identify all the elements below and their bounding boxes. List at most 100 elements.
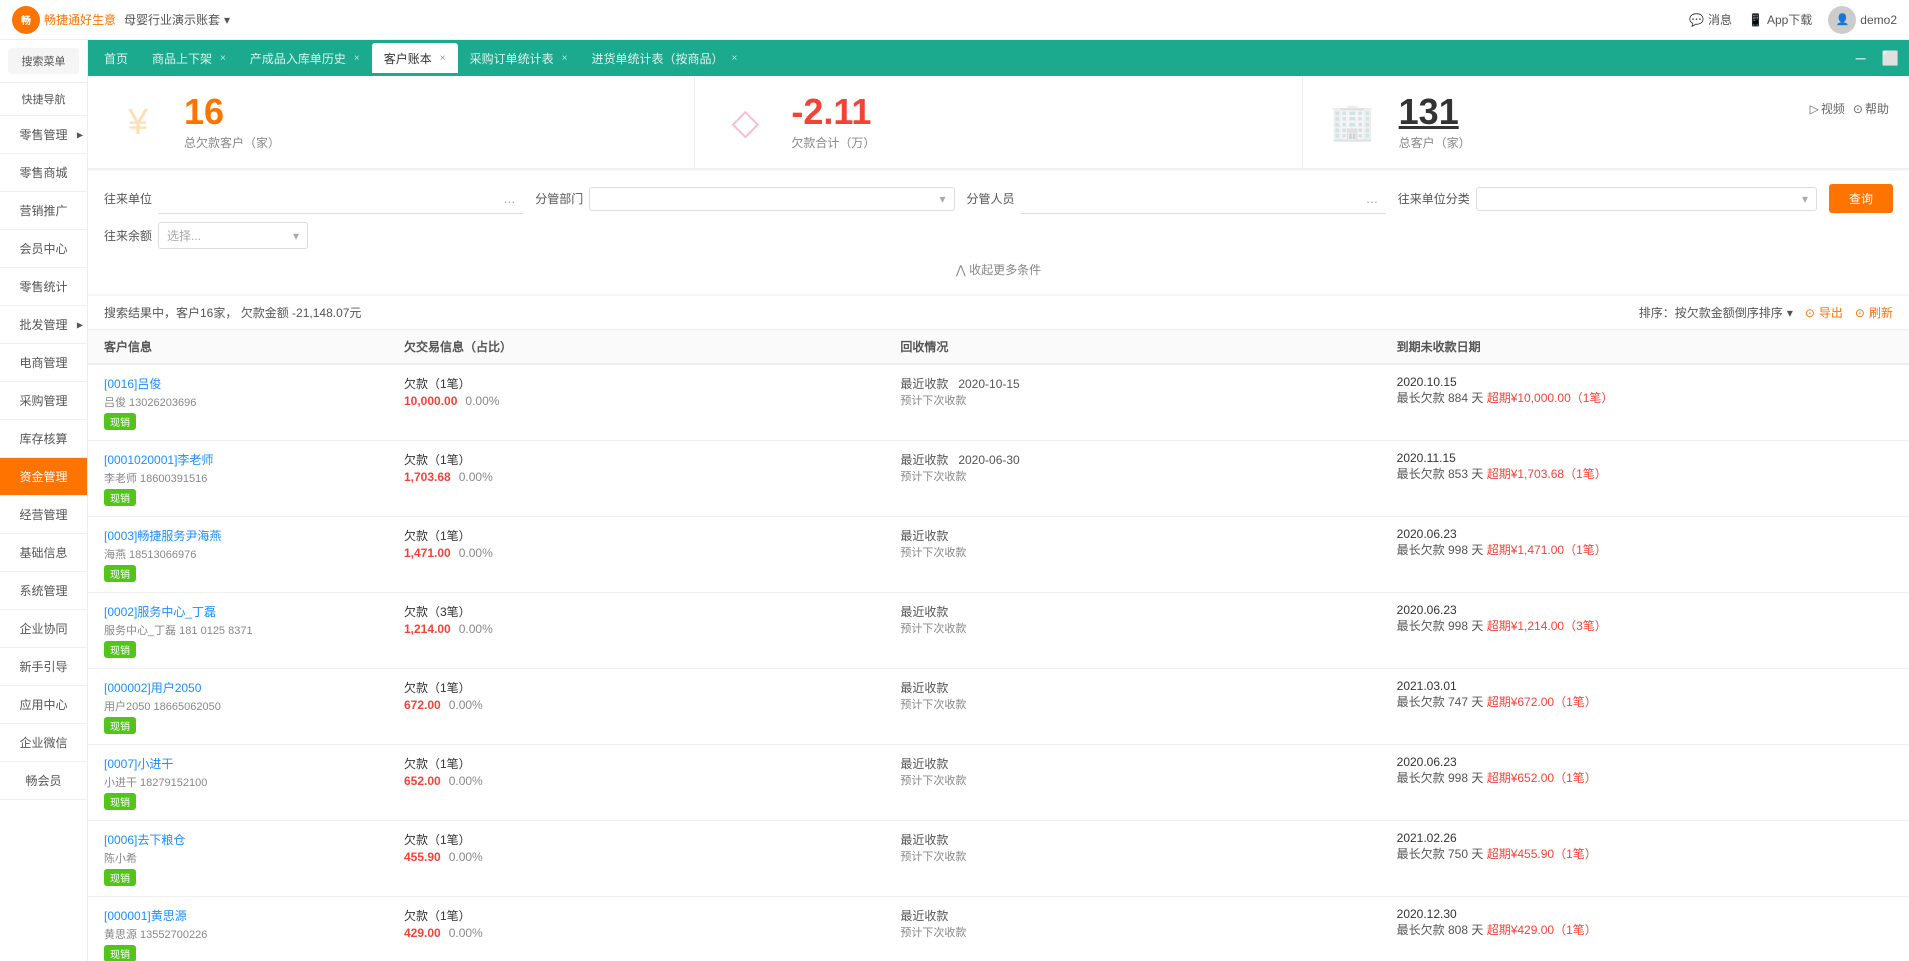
export-icon: ⊙ (1805, 306, 1815, 320)
sidebar-item-basic-info[interactable]: 基础信息 (0, 534, 87, 572)
sidebar-quick-nav[interactable]: 快捷导航 (0, 83, 87, 116)
video-btn[interactable]: ▷ 视频 (1810, 100, 1845, 117)
customer-phone: 李老师 18600391516 (104, 470, 404, 486)
sidebar-item-operations[interactable]: 经营管理 (0, 496, 87, 534)
customer-id-link[interactable]: [0001020001]李老师 (104, 453, 213, 467)
unit-category-input[interactable] (1485, 192, 1802, 206)
due-date: 2020.12.30 (1397, 907, 1893, 921)
tab-home[interactable]: 首页 (92, 43, 140, 73)
sidebar-item-purchase[interactable]: 采购管理 (0, 382, 87, 420)
overdue-amount-link[interactable]: 超期¥652.00（1笔） (1487, 771, 1597, 785)
overdue-amount-link[interactable]: 超期¥1,703.68（1笔） (1487, 467, 1607, 481)
source-unit-filter: 往来单位 ... (104, 183, 523, 214)
overdue-amount-link[interactable]: 超期¥10,000.00（1笔） (1487, 391, 1614, 405)
overdue-amount-link[interactable]: 超期¥672.00（1笔） (1487, 695, 1597, 709)
sidebar-item-ecommerce[interactable]: 电商管理 (0, 344, 87, 382)
tab-stock-stats-close[interactable]: × (731, 53, 737, 64)
last-collection: 最近收款 (900, 831, 1396, 848)
stat-card-total-customers: 🏢 131 总客户（家） ▷ 视频 ⊙ 帮助 (1303, 76, 1909, 168)
app-download-btn[interactable]: 📱 App下载 (1748, 11, 1812, 28)
overdue-amount-link[interactable]: 超期¥455.90（1笔） (1487, 847, 1597, 861)
export-btn[interactable]: ⊙ 导出 (1805, 304, 1843, 321)
tab-products-close[interactable]: × (220, 53, 226, 64)
tab-purchase-order[interactable]: 采购订单统计表 × (458, 43, 580, 73)
next-collection: 预计下次收款 (900, 620, 1396, 636)
tab-production[interactable]: 产成品入库单历史 × (238, 43, 372, 73)
table-row: [0007]小进干 小进干 18279152100 现销 欠款（1笔） 652.… (88, 745, 1909, 821)
debt-info-col: 欠款（1笔） 10,000.000.00% (404, 375, 900, 430)
debt-percent: 0.00% (449, 774, 483, 788)
tab-minimize-btn[interactable]: ─ (1850, 48, 1872, 69)
sidebar-item-system[interactable]: 系统管理 (0, 572, 87, 610)
tab-production-close[interactable]: × (354, 53, 360, 64)
sidebar-item-apps[interactable]: 应用中心 (0, 686, 87, 724)
customer-id-link[interactable]: [000002]用户2050 (104, 681, 201, 695)
customer-tag: 现销 (104, 793, 136, 810)
sidebar-item-marketing[interactable]: 营销推广 (0, 192, 87, 230)
search-menu-btn[interactable]: 搜索菜单 (8, 48, 79, 74)
customer-tag: 现销 (104, 565, 136, 582)
next-collection: 预计下次收款 (900, 924, 1396, 940)
debt-info-col: 欠款（1笔） 455.900.00% (404, 831, 900, 886)
collapse-filter-btn[interactable]: ⋀ 收起更多条件 (104, 257, 1893, 282)
sidebar-item-retail-stats[interactable]: 零售统计 (0, 268, 87, 306)
customer-phone: 用户2050 18665062050 (104, 698, 404, 714)
sidebar-item-enterprise[interactable]: 企业协同 (0, 610, 87, 648)
overdue-amount-link[interactable]: 超期¥1,214.00（3笔） (1487, 619, 1607, 633)
debt-percent: 0.00% (449, 698, 483, 712)
store-selector[interactable]: 母婴行业演示账套 ▾ (124, 11, 230, 28)
due-col: 2021.03.01 最长欠款 747 天 超期¥672.00（1笔） (1397, 679, 1893, 734)
sidebar-item-wholesale[interactable]: 批发管理 (0, 306, 87, 344)
sidebar-item-retail-store[interactable]: 零售商城 (0, 154, 87, 192)
sort-selector[interactable]: 排序：按欠款金额倒序排序 ▾ (1639, 304, 1793, 321)
balance-dropdown-icon[interactable]: ▾ (293, 229, 299, 243)
sidebar-item-guide[interactable]: 新手引导 (0, 648, 87, 686)
customer-id-link[interactable]: [0002]服务中心_丁磊 (104, 605, 216, 619)
debt-amount: 1,703.68 (404, 470, 451, 484)
sidebar-item-vip[interactable]: 畅会员 (0, 762, 87, 800)
customer-id-link[interactable]: [0016]吕俊 (104, 377, 161, 391)
table-row: [0002]服务中心_丁磊 服务中心_丁磊 181 0125 8371 现销 欠… (88, 593, 1909, 669)
messages-btn[interactable]: 💬 消息 (1689, 11, 1732, 28)
due-col: 2021.02.26 最长欠款 750 天 超期¥455.90（1笔） (1397, 831, 1893, 886)
dept-input[interactable] (598, 192, 939, 206)
recovery-col: 最近收款 2020-06-30 预计下次收款 (900, 451, 1396, 506)
tab-purchase-order-close[interactable]: × (562, 53, 568, 64)
debt-count: 欠款（1笔） (404, 755, 900, 772)
table-row: [0003]畅捷服务尹海燕 海燕 18513066976 现销 欠款（1笔） 1… (88, 517, 1909, 593)
sidebar-item-finance[interactable]: 资金管理 (0, 458, 87, 496)
customer-id-link[interactable]: [0007]小进干 (104, 757, 173, 771)
tab-products[interactable]: 商品上下架 × (140, 43, 238, 73)
refresh-btn[interactable]: ⊙ 刷新 (1855, 304, 1893, 321)
person-more-icon[interactable]: ... (1366, 190, 1378, 206)
sidebar-item-inventory[interactable]: 库存核算 (0, 420, 87, 458)
user-avatar[interactable]: 👤 demo2 (1828, 6, 1897, 34)
customer-info-col: [0001020001]李老师 李老师 18600391516 现销 (104, 451, 404, 506)
overdue-amount-link[interactable]: 超期¥429.00（1笔） (1487, 923, 1597, 937)
sidebar-item-wechat-work[interactable]: 企业微信 (0, 724, 87, 762)
customer-info-col: [0002]服务中心_丁磊 服务中心_丁磊 181 0125 8371 现销 (104, 603, 404, 658)
customer-id-link[interactable]: [0003]畅捷服务尹海燕 (104, 529, 221, 543)
tab-customer-account[interactable]: 客户账本 × (372, 43, 458, 73)
source-unit-input[interactable] (166, 187, 504, 209)
tab-expand-btn[interactable]: ⬜ (1876, 48, 1905, 69)
tab-stock-stats[interactable]: 进货单统计表（按商品） × (579, 43, 749, 73)
sidebar-item-member[interactable]: 会员中心 (0, 230, 87, 268)
due-col: 2020.06.23 最长欠款 998 天 超期¥1,471.00（1笔） (1397, 527, 1893, 582)
debt-amount: 672.00 (404, 698, 441, 712)
customer-phone: 服务中心_丁磊 181 0125 8371 (104, 622, 404, 638)
query-btn[interactable]: 查询 (1829, 184, 1893, 213)
help-btn[interactable]: ⊙ 帮助 (1853, 100, 1889, 117)
person-input[interactable] (1029, 187, 1367, 209)
overdue-amount-link[interactable]: 超期¥1,471.00（1笔） (1487, 543, 1607, 557)
last-collection: 最近收款 (900, 907, 1396, 924)
customer-id-link[interactable]: [000001]黄思源 (104, 909, 187, 923)
tab-customer-account-close[interactable]: × (440, 53, 446, 64)
sidebar-item-retail-mgmt[interactable]: 零售管理 (0, 116, 87, 154)
source-unit-more-icon[interactable]: ... (504, 190, 516, 206)
last-collection: 最近收款 (900, 603, 1396, 620)
overdue-days: 最长欠款 808 天 (1397, 923, 1484, 937)
next-collection: 预计下次收款 (900, 696, 1396, 712)
balance-placeholder: 选择... (167, 227, 201, 244)
customer-id-link[interactable]: [0006]去下粮仓 (104, 833, 185, 847)
